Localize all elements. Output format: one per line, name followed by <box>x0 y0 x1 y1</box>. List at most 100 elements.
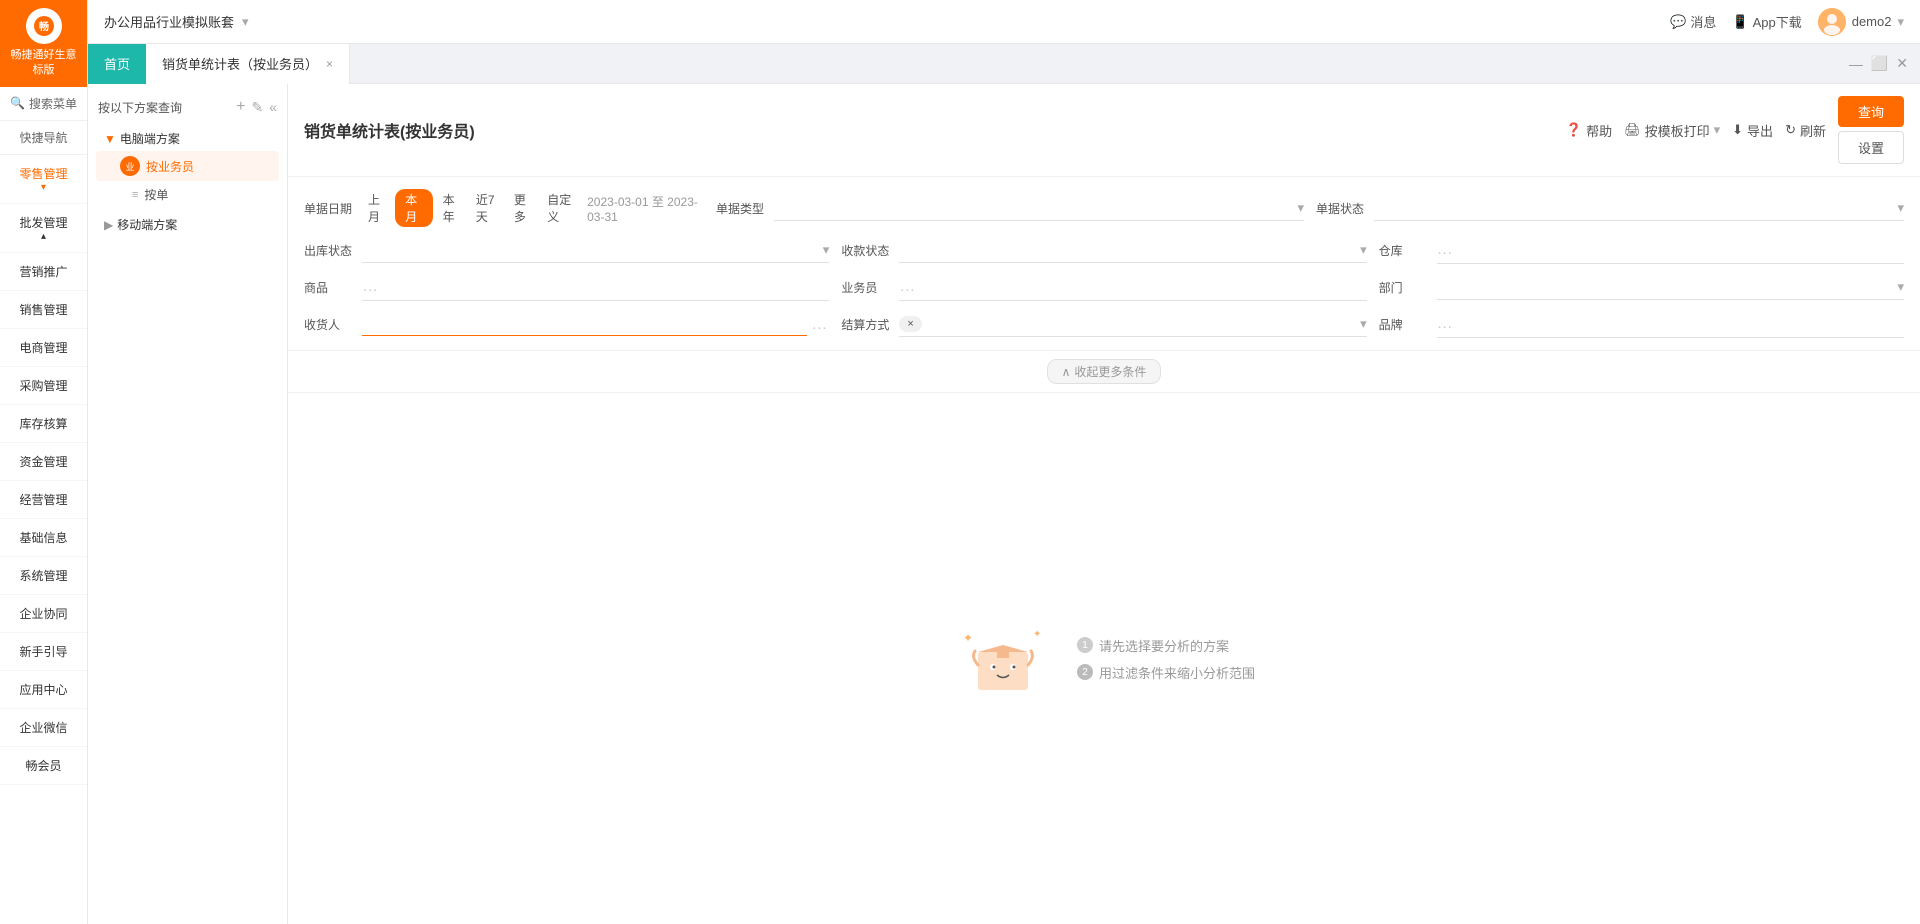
date-tab-this-year[interactable]: 本年 <box>437 189 466 227</box>
sidebar-item-newbie[interactable]: 新手引导 <box>0 633 87 671</box>
sidebar-item-member[interactable]: 畅会员 <box>0 747 87 785</box>
filter-doc-type: 单据类型 ▾ <box>716 196 1304 221</box>
doc-status-chevron: ▾ <box>1897 200 1904 216</box>
app-logo[interactable]: 畅 畅捷通好生意 标版 <box>0 0 87 87</box>
settings-btn[interactable]: 设置 <box>1838 131 1904 164</box>
receipt-chevron: ▾ <box>1360 242 1367 258</box>
minimize-btn[interactable]: — <box>1849 56 1863 72</box>
sidebar-item-ecommerce[interactable]: 电商管理 <box>0 329 87 367</box>
user-menu[interactable]: demo2 ▾ <box>1818 8 1904 36</box>
sidebar-item-retail[interactable]: 零售管理 ▾ <box>0 155 87 204</box>
doc-type-dropdown[interactable]: ▾ <box>774 196 1304 221</box>
department-dropdown[interactable]: ▾ <box>1437 275 1904 300</box>
triangle-right-icon: ▶ <box>104 218 113 232</box>
filter-receiver: 收货人 … <box>304 313 829 336</box>
tip-num-1: 1 <box>1077 637 1093 653</box>
empty-state: ✦ ✦ 1 <box>288 393 1920 924</box>
breadcrumb-area: 办公用品行业模拟账套 ▾ <box>104 12 249 31</box>
date-tab-more[interactable]: 更多 <box>508 189 537 227</box>
sidebar-item-apps[interactable]: 应用中心 <box>0 671 87 709</box>
tab-home[interactable]: 首页 <box>88 44 146 84</box>
download-icon: 📱 <box>1732 14 1748 30</box>
scheme-group-desktop: ▼ 电脑端方案 业 按业务员 ≡ 按单 <box>96 126 279 208</box>
sidebar-item-finance[interactable]: 资金管理 <box>0 443 87 481</box>
receipt-status-dropdown[interactable]: ▾ <box>899 238 1366 263</box>
svg-text:畅: 畅 <box>39 20 49 33</box>
export-icon: ⬇ <box>1732 122 1743 138</box>
date-tab-7days[interactable]: 近7天 <box>470 189 504 227</box>
scheme-item-by-salesperson[interactable]: 业 按业务员 <box>96 151 279 181</box>
message-btn[interactable]: 💬 消息 <box>1670 12 1716 31</box>
filter-row-2: 出库状态 ▾ 收款状态 ▾ 仓库 … <box>304 237 1904 264</box>
delivery-status-dropdown[interactable]: ▾ <box>362 238 829 263</box>
right-panel: 销货单统计表(按业务员) ❓ 帮助 🖨 按模板打印 ▾ ⬇ 导出 <box>288 84 1920 924</box>
query-settings-group: 查询 设置 <box>1838 96 1904 164</box>
tip-num-2: 2 <box>1077 664 1093 680</box>
export-btn[interactable]: ⬇ 导出 <box>1732 121 1773 140</box>
sidebar-item-purchase[interactable]: 采购管理 <box>0 367 87 405</box>
tab-close-btn[interactable]: × <box>326 57 333 71</box>
maximize-btn[interactable]: ⬜ <box>1871 55 1888 72</box>
receiver-dots[interactable]: … <box>811 316 829 334</box>
collapse-scheme-btn[interactable]: « <box>269 99 277 115</box>
help-btn[interactable]: ❓ 帮助 <box>1566 121 1612 140</box>
filter-row-1: 单据日期 上月 本月 本年 近7天 更多 自定义 2023-03-01 至 20… <box>304 189 1904 227</box>
print-btn[interactable]: 🖨 按模板打印 ▾ <box>1624 121 1720 140</box>
brand-dropdown[interactable]: … <box>1437 311 1904 338</box>
sidebar-item-sales[interactable]: 销售管理 <box>0 291 87 329</box>
date-tab-custom[interactable]: 自定义 <box>541 189 579 227</box>
payment-dropdown[interactable]: × ▾ <box>899 312 1366 337</box>
brand-dots[interactable]: … <box>1437 315 1455 333</box>
app-download-btn[interactable]: 📱 App下载 <box>1732 12 1801 31</box>
edit-scheme-btn[interactable]: ✎ <box>251 99 263 116</box>
scheme-group-mobile-title[interactable]: ▶ 移动端方案 <box>96 212 279 237</box>
filter-department: 部门 ▾ <box>1379 275 1904 300</box>
logo-text: 畅捷通好生意 标版 <box>4 48 83 79</box>
close-btn[interactable]: ✕ <box>1896 55 1908 72</box>
date-tab-this-month[interactable]: 本月 <box>395 189 432 227</box>
sidebar-item-marketing[interactable]: 营销推广 <box>0 253 87 291</box>
collapse-conditions-btn[interactable]: ∧ 收起更多条件 <box>1047 359 1162 384</box>
sidebar-item-enterprise[interactable]: 企业协同 <box>0 595 87 633</box>
warehouse-dots[interactable]: … <box>1437 241 1455 259</box>
goods-dropdown[interactable]: … <box>362 274 829 301</box>
sidebar-item-basic[interactable]: 基础信息 <box>0 519 87 557</box>
search-menu[interactable]: 🔍 搜索菜单 <box>0 87 87 121</box>
query-btn[interactable]: 查询 <box>1838 96 1904 127</box>
sidebar-item-wholesale[interactable]: 批发管理 ▴ <box>0 204 87 253</box>
goods-dots[interactable]: … <box>362 278 380 296</box>
filter-payment: 结算方式 × ▾ <box>841 312 1366 337</box>
receiver-input[interactable] <box>362 313 807 336</box>
salesperson-dots[interactable]: … <box>899 278 917 296</box>
date-tab-last-month[interactable]: 上月 <box>362 189 391 227</box>
chevron-down-icon: ▾ <box>4 182 83 193</box>
quick-nav[interactable]: 快捷导航 <box>0 121 87 155</box>
doc-type-chevron: ▾ <box>1297 200 1304 216</box>
dept-chevron: ▾ <box>1897 279 1904 295</box>
date-tabs: 上月 本月 本年 近7天 更多 自定义 <box>362 189 579 227</box>
filter-doc-status: 单据状态 ▾ <box>1316 196 1904 221</box>
header-right: 💬 消息 📱 App下载 demo2 ▾ <box>1670 8 1904 36</box>
svg-text:✦: ✦ <box>963 631 973 645</box>
warehouse-dropdown[interactable]: … <box>1437 237 1904 264</box>
scheme-panel: 按以下方案查询 + ✎ « ▼ 电脑端方案 业 按业务员 <box>88 84 288 924</box>
dropdown-icon[interactable]: ▾ <box>242 14 249 30</box>
scheme-group-desktop-title[interactable]: ▼ 电脑端方案 <box>96 126 279 151</box>
scheme-sub-item-by-order[interactable]: ≡ 按单 <box>96 181 279 208</box>
sub-item-icon: ≡ <box>132 189 138 201</box>
tag-x-btn[interactable]: × <box>907 318 913 330</box>
sidebar-item-operation[interactable]: 经营管理 <box>0 481 87 519</box>
salesperson-dropdown[interactable]: … <box>899 274 1366 301</box>
add-scheme-btn[interactable]: + <box>236 98 245 116</box>
collapse-icon: ∧ <box>1062 365 1071 379</box>
page-header: 销货单统计表(按业务员) ❓ 帮助 🖨 按模板打印 ▾ ⬇ 导出 <box>288 84 1920 177</box>
sidebar-item-system[interactable]: 系统管理 <box>0 557 87 595</box>
date-filter: 上月 本月 本年 近7天 更多 自定义 2023-03-01 至 2023-03… <box>362 189 704 227</box>
chevron-up-icon: ▴ <box>4 231 83 242</box>
tab-sales-stat[interactable]: 销货单统计表（按业务员） × <box>146 44 350 84</box>
sidebar-item-wechat[interactable]: 企业微信 <box>0 709 87 747</box>
filter-area: 单据日期 上月 本月 本年 近7天 更多 自定义 2023-03-01 至 20… <box>288 177 1920 351</box>
doc-status-dropdown[interactable]: ▾ <box>1374 196 1904 221</box>
refresh-btn[interactable]: ↻ 刷新 <box>1785 121 1826 140</box>
sidebar-item-inventory[interactable]: 库存核算 <box>0 405 87 443</box>
